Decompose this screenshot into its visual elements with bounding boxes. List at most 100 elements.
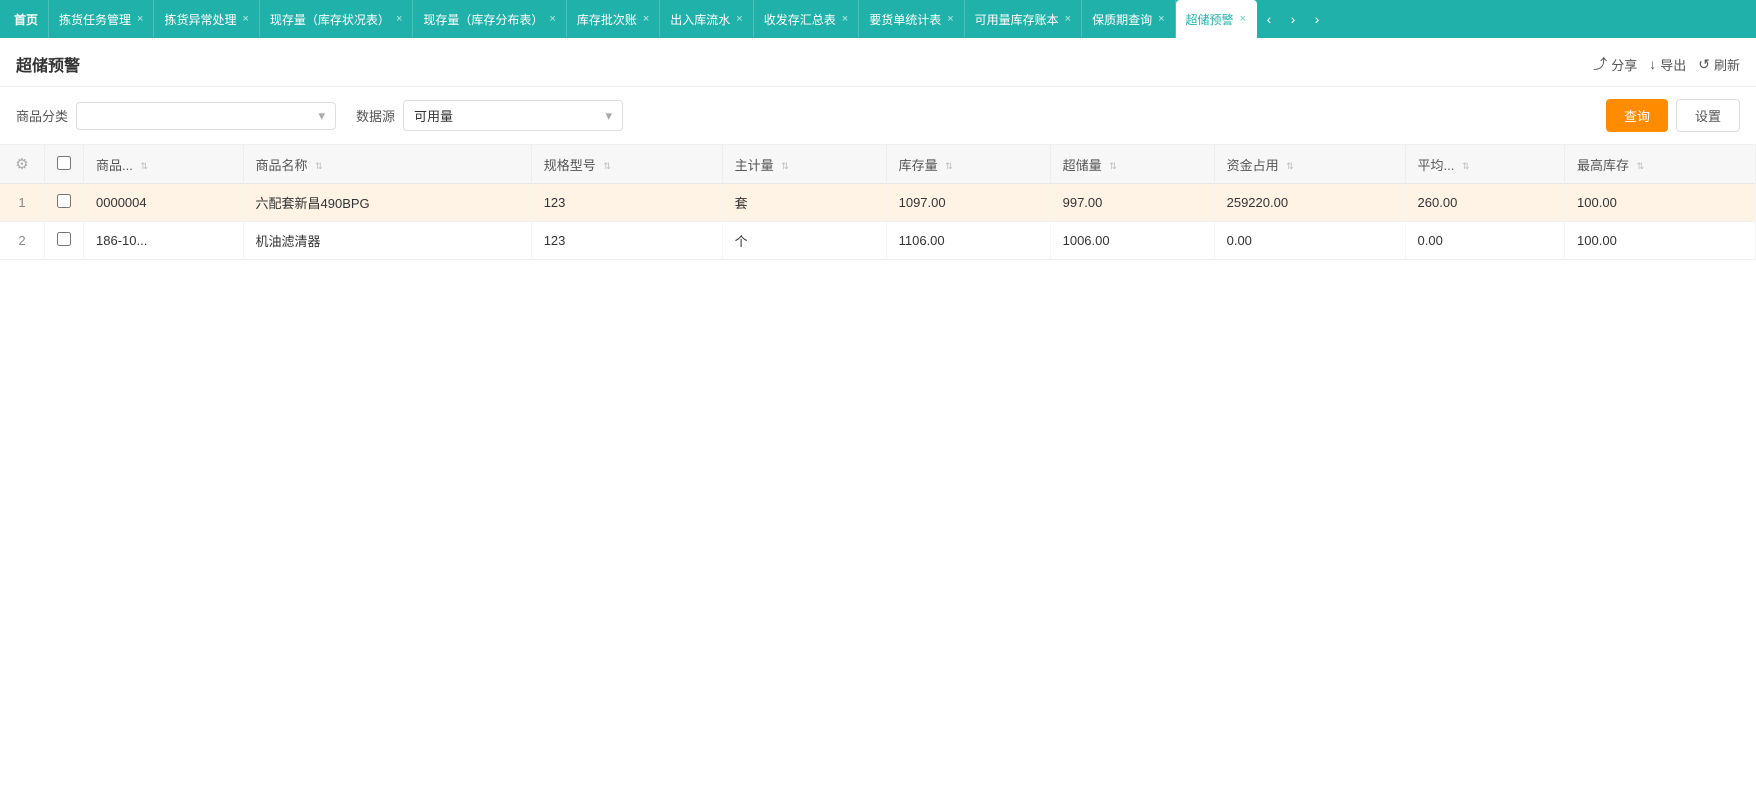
chevron-down-icon: ▾ [606,108,613,124]
close-icon[interactable]: × [736,13,742,25]
cell-max-stock: 100.00 [1565,222,1756,260]
nav-next-button[interactable]: › [1281,0,1305,38]
col-header-max-stock[interactable]: 最高库存 ⇅ [1565,145,1756,184]
sort-icon[interactable]: ⇅ [140,161,148,172]
cell-product-name: 六配套新昌490BPG [243,184,531,222]
page-header: 超储预警 ⤴ 分享 ↓ 导出 ↺ 刷新 [0,38,1756,87]
cell-spec: 123 [531,222,722,260]
nav-tab-order-stats[interactable]: 要货单统计表 × [859,0,964,38]
cell-max-stock: 100.00 [1565,184,1756,222]
col-header-product-name[interactable]: 商品名称 ⇅ [243,145,531,184]
close-icon[interactable]: × [1065,13,1071,25]
cell-unit: 套 [722,184,886,222]
datasource-select[interactable]: 可用量 ▾ [403,100,623,131]
close-icon[interactable]: × [1158,13,1164,25]
datasource-filter-group: 数据源 可用量 ▾ [356,100,623,131]
close-icon[interactable]: × [842,13,848,25]
category-label: 商品分类 [16,106,68,125]
row-index: 1 [0,184,45,222]
gear-icon[interactable]: ⚙ [12,154,32,174]
col-header-unit[interactable]: 主计量 ⇅ [722,145,886,184]
share-button[interactable]: ⤴ 分享 [1593,54,1637,74]
table-container: ⚙ 商品... ⇅ 商品名称 ⇅ 规格型号 ⇅ [0,145,1756,260]
col-header-capital[interactable]: 资金占用 ⇅ [1214,145,1405,184]
nav-prev-button[interactable]: ‹ [1257,0,1281,38]
datasource-select-value: 可用量 [414,106,453,125]
col-header-avg[interactable]: 平均... ⇅ [1405,145,1565,184]
nav-tab-available-book[interactable]: 可用量库存账本 × [965,0,1082,38]
nav-tab-stock-dist[interactable]: 现存量（库存分布表） × [413,0,566,38]
close-icon[interactable]: × [643,13,649,25]
nav-tab-home[interactable]: 首页 [4,0,49,38]
nav-tab-task-mgmt[interactable]: 拣货任务管理 × [49,0,154,38]
sort-icon[interactable]: ⇅ [603,161,611,172]
col-header-setting[interactable]: ⚙ [0,145,45,184]
settings-button[interactable]: 设置 [1676,99,1740,132]
cell-product-code: 186-10... [84,222,244,260]
nav-tab-batch-account[interactable]: 库存批次账 × [567,0,660,38]
cell-spec: 123 [531,184,722,222]
close-icon[interactable]: × [549,13,555,25]
col-header-stock[interactable]: 库存量 ⇅ [886,145,1050,184]
row-checkbox[interactable] [57,194,71,208]
refresh-icon: ↺ [1698,56,1710,73]
cell-avg: 260.00 [1405,184,1565,222]
sort-icon[interactable]: ⇅ [1637,161,1645,172]
table-header-row: ⚙ 商品... ⇅ 商品名称 ⇅ 规格型号 ⇅ [0,145,1756,184]
chevron-down-icon: ▾ [318,108,325,124]
col-header-overstock[interactable]: 超储量 ⇅ [1050,145,1214,184]
row-checkbox-cell[interactable] [45,184,84,222]
sort-icon[interactable]: ⇅ [781,161,789,172]
cell-unit: 个 [722,222,886,260]
category-filter-group: 商品分类 ▾ [16,102,336,130]
sort-icon[interactable]: ⇅ [1109,161,1117,172]
cell-overstock: 1006.00 [1050,222,1214,260]
page-title: 超储预警 [16,52,80,76]
close-icon[interactable]: × [396,13,402,25]
col-header-spec[interactable]: 规格型号 ⇅ [531,145,722,184]
table-row: 2 186-10... 机油滤清器 123 个 1106.00 1006.00 … [0,222,1756,260]
datasource-label: 数据源 [356,106,395,125]
nav-more-button[interactable]: › [1305,0,1329,38]
filter-bar: 商品分类 ▾ 数据源 可用量 ▾ 查询 设置 [0,87,1756,145]
cell-stock: 1097.00 [886,184,1050,222]
close-icon[interactable]: × [1240,13,1246,25]
nav-tab-flow[interactable]: 出入库流水 × [660,0,753,38]
nav-tab-summary[interactable]: 收发存汇总表 × [754,0,859,38]
col-header-checkbox[interactable] [45,145,84,184]
export-icon: ↓ [1649,56,1656,72]
header-actions: ⤴ 分享 ↓ 导出 ↺ 刷新 [1593,54,1740,74]
refresh-button[interactable]: ↺ 刷新 [1698,55,1740,74]
page-container: 超储预警 ⤴ 分享 ↓ 导出 ↺ 刷新 商品分类 ▾ 数据源 [0,38,1756,800]
cell-product-code: 0000004 [84,184,244,222]
cell-overstock: 997.00 [1050,184,1214,222]
sort-icon[interactable]: ⇅ [1286,161,1294,172]
nav-tab-exception[interactable]: 拣货异常处理 × [154,0,259,38]
row-index: 2 [0,222,45,260]
sort-icon[interactable]: ⇅ [315,161,323,172]
close-icon[interactable]: × [947,13,953,25]
filter-actions: 查询 设置 [1606,99,1740,132]
sort-icon[interactable]: ⇅ [1462,161,1470,172]
cell-capital: 0.00 [1214,222,1405,260]
row-checkbox[interactable] [57,232,71,246]
cell-avg: 0.00 [1405,222,1565,260]
cell-stock: 1106.00 [886,222,1050,260]
category-select[interactable]: ▾ [76,102,336,130]
col-header-product-code[interactable]: 商品... ⇅ [84,145,244,184]
cell-product-name: 机油滤清器 [243,222,531,260]
nav-tab-stock-status[interactable]: 现存量（库存状况表） × [260,0,413,38]
sort-icon[interactable]: ⇅ [945,161,953,172]
close-icon[interactable]: × [137,13,143,25]
row-checkbox-cell[interactable] [45,222,84,260]
query-button[interactable]: 查询 [1606,99,1668,132]
nav-tab-overstock-alert[interactable]: 超储预警 × [1176,0,1257,38]
overstock-table: ⚙ 商品... ⇅ 商品名称 ⇅ 规格型号 ⇅ [0,145,1756,260]
export-button[interactable]: ↓ 导出 [1649,55,1686,74]
select-all-checkbox[interactable] [57,156,71,170]
table-row: 1 0000004 六配套新昌490BPG 123 套 1097.00 997.… [0,184,1756,222]
close-icon[interactable]: × [242,13,248,25]
top-navigation: 首页 拣货任务管理 × 拣货异常处理 × 现存量（库存状况表） × 现存量（库存… [0,0,1756,38]
nav-tab-shelf-life[interactable]: 保质期查询 × [1082,0,1175,38]
share-icon: ⤴ [1593,54,1607,74]
